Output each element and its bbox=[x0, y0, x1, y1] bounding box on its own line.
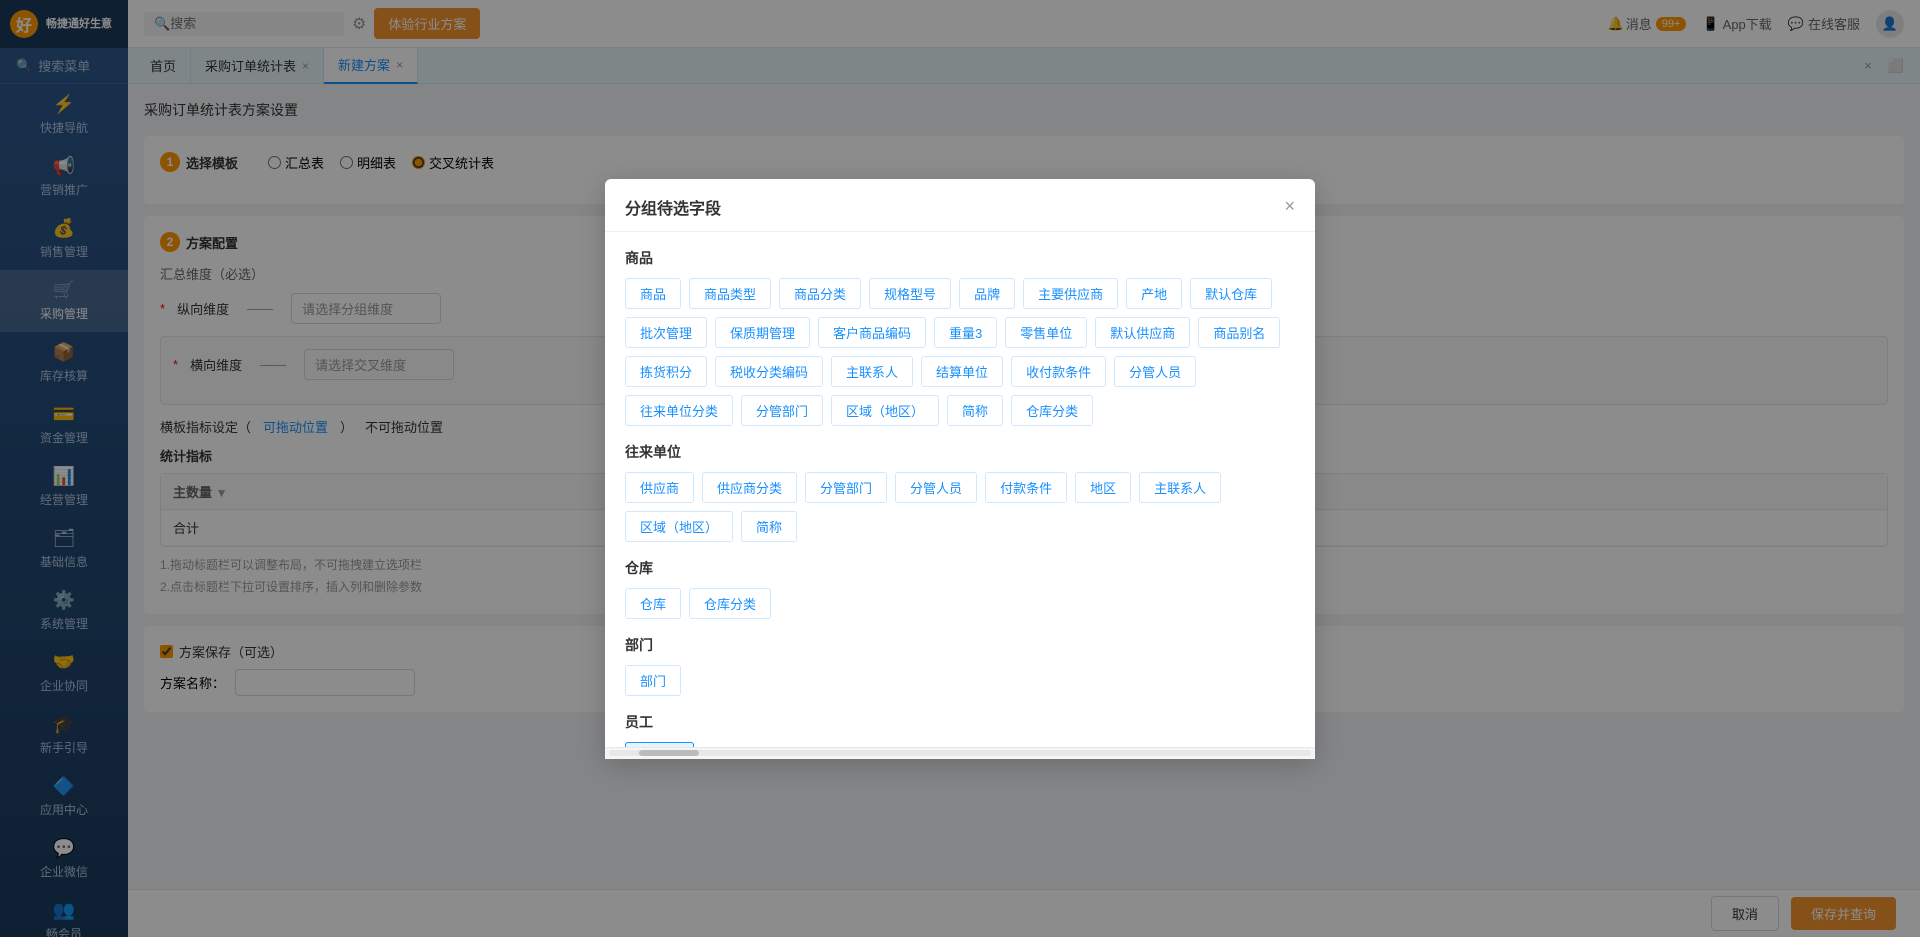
field-chip-product-4[interactable]: 品牌 bbox=[959, 278, 1015, 309]
field-chip-product-8[interactable]: 批次管理 bbox=[625, 317, 707, 348]
field-chip-product-11[interactable]: 重量3 bbox=[934, 317, 997, 348]
field-chip-product-21[interactable]: 往来单位分类 bbox=[625, 395, 733, 426]
section-department-title: 部门 bbox=[625, 635, 1295, 655]
field-chip-partner-8[interactable]: 简称 bbox=[741, 511, 797, 542]
field-chip-product-10[interactable]: 客户商品编码 bbox=[818, 317, 926, 348]
field-chip-product-15[interactable]: 拣货积分 bbox=[625, 356, 707, 387]
field-chip-partner-3[interactable]: 分管人员 bbox=[895, 472, 977, 503]
section-partner: 往来单位 供应商 供应商分类 分管部门 分管人员 付款条件 地区 主联系人 区域… bbox=[625, 442, 1295, 542]
section-partner-title: 往来单位 bbox=[625, 442, 1295, 462]
modal-header: 分组待选字段 × bbox=[605, 179, 1315, 232]
field-chip-partner-0[interactable]: 供应商 bbox=[625, 472, 694, 503]
field-chip-department-0[interactable]: 部门 bbox=[625, 665, 681, 696]
field-chip-partner-7[interactable]: 区域（地区） bbox=[625, 511, 733, 542]
hscroll-track bbox=[609, 750, 1311, 756]
field-chip-product-17[interactable]: 主联系人 bbox=[831, 356, 913, 387]
section-product-title: 商品 bbox=[625, 248, 1295, 268]
field-chip-product-16[interactable]: 税收分类编码 bbox=[715, 356, 823, 387]
field-select-modal: 分组待选字段 × 商品 商品 商品类型 商品分类 规格型号 品牌 主要供应商 产… bbox=[605, 179, 1315, 759]
section-warehouse: 仓库 仓库 仓库分类 bbox=[625, 558, 1295, 619]
field-chip-product-24[interactable]: 简称 bbox=[947, 395, 1003, 426]
field-chip-product-3[interactable]: 规格型号 bbox=[869, 278, 951, 309]
modal-hscroll[interactable] bbox=[605, 747, 1315, 759]
section-department: 部门 部门 bbox=[625, 635, 1295, 696]
field-chip-product-5[interactable]: 主要供应商 bbox=[1023, 278, 1118, 309]
field-chip-product-1[interactable]: 商品类型 bbox=[689, 278, 771, 309]
modal-close-btn[interactable]: × bbox=[1284, 196, 1295, 217]
field-chip-partner-6[interactable]: 主联系人 bbox=[1139, 472, 1221, 503]
department-field-grid: 部门 bbox=[625, 665, 1295, 696]
field-chip-product-23[interactable]: 区域（地区） bbox=[831, 395, 939, 426]
field-chip-product-18[interactable]: 结算单位 bbox=[921, 356, 1003, 387]
field-chip-product-22[interactable]: 分管部门 bbox=[741, 395, 823, 426]
field-chip-product-9[interactable]: 保质期管理 bbox=[715, 317, 810, 348]
field-chip-partner-2[interactable]: 分管部门 bbox=[805, 472, 887, 503]
field-chip-partner-5[interactable]: 地区 bbox=[1075, 472, 1131, 503]
section-product: 商品 商品 商品类型 商品分类 规格型号 品牌 主要供应商 产地 默认仓库 批次… bbox=[625, 248, 1295, 426]
field-chip-product-19[interactable]: 收付款条件 bbox=[1011, 356, 1106, 387]
warehouse-field-grid: 仓库 仓库分类 bbox=[625, 588, 1295, 619]
field-chip-product-14[interactable]: 商品别名 bbox=[1198, 317, 1280, 348]
partner-field-grid: 供应商 供应商分类 分管部门 分管人员 付款条件 地区 主联系人 区域（地区） … bbox=[625, 472, 1295, 542]
field-chip-product-7[interactable]: 默认仓库 bbox=[1190, 278, 1272, 309]
section-employee-title: 员工 bbox=[625, 712, 1295, 732]
product-field-grid: 商品 商品类型 商品分类 规格型号 品牌 主要供应商 产地 默认仓库 批次管理 … bbox=[625, 278, 1295, 426]
field-chip-partner-4[interactable]: 付款条件 bbox=[985, 472, 1067, 503]
field-chip-product-6[interactable]: 产地 bbox=[1126, 278, 1182, 309]
modal-title: 分组待选字段 bbox=[625, 195, 721, 219]
modal-body-scroll[interactable]: 商品 商品 商品类型 商品分类 规格型号 品牌 主要供应商 产地 默认仓库 批次… bbox=[605, 232, 1315, 747]
field-chip-warehouse-1[interactable]: 仓库分类 bbox=[689, 588, 771, 619]
field-chip-partner-1[interactable]: 供应商分类 bbox=[702, 472, 797, 503]
hscroll-thumb[interactable] bbox=[639, 750, 699, 756]
field-chip-product-13[interactable]: 默认供应商 bbox=[1095, 317, 1190, 348]
field-chip-product-2[interactable]: 商品分类 bbox=[779, 278, 861, 309]
section-employee: 员工 业务员 bbox=[625, 712, 1295, 747]
field-chip-product-0[interactable]: 商品 bbox=[625, 278, 681, 309]
modal-overlay[interactable]: 分组待选字段 × 商品 商品 商品类型 商品分类 规格型号 品牌 主要供应商 产… bbox=[0, 0, 1920, 937]
field-chip-product-25[interactable]: 仓库分类 bbox=[1011, 395, 1093, 426]
field-chip-product-12[interactable]: 零售单位 bbox=[1005, 317, 1087, 348]
field-chip-product-20[interactable]: 分管人员 bbox=[1114, 356, 1196, 387]
field-chip-warehouse-0[interactable]: 仓库 bbox=[625, 588, 681, 619]
section-warehouse-title: 仓库 bbox=[625, 558, 1295, 578]
